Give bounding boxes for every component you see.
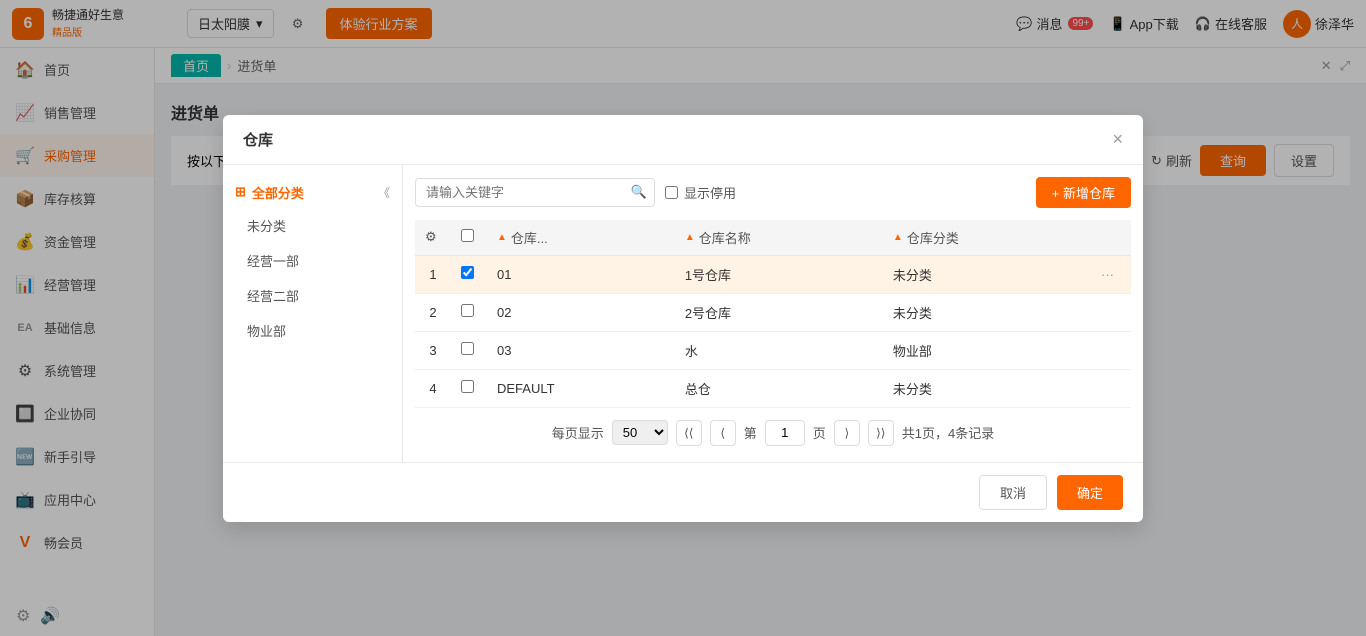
dialog-body: ⊞ 全部分类 《 未分类 经营一部 经营二部 物业部 (223, 165, 1143, 462)
table-row[interactable]: 1 01 1号仓库 未分类 ··· (415, 255, 1131, 293)
row-checkbox[interactable] (461, 266, 474, 279)
page-number-input[interactable] (765, 420, 805, 446)
confirm-button[interactable]: 确定 (1057, 475, 1123, 510)
row-category: 物业部 (883, 331, 1091, 369)
search-input[interactable] (415, 178, 655, 207)
row-name: 1号仓库 (675, 255, 883, 293)
row-name: 水 (675, 331, 883, 369)
row-code: 03 (487, 331, 675, 369)
warehouse-dialog: 仓库 × ⊞ 全部分类 《 未分类 经营一部 (223, 115, 1143, 522)
row-actions (1091, 331, 1131, 369)
show-disabled-label[interactable]: 显示停用 (665, 183, 736, 202)
col-header-name[interactable]: ▲ 仓库名称 (675, 220, 883, 256)
search-input-wrap: 🔍 (415, 178, 655, 207)
category-header: ⊞ 全部分类 《 (223, 177, 402, 208)
collapse-button[interactable]: 《 (378, 184, 390, 201)
page-label-after: 页 (813, 423, 826, 442)
row-actions (1091, 293, 1131, 331)
all-category-label: 全部分类 (252, 183, 304, 202)
table-body: 1 01 1号仓库 未分类 ··· 2 02 2号仓库 未分类 3 03 水 物… (415, 255, 1131, 407)
row-num: 4 (415, 369, 451, 407)
sort-icon-name: ▲ (685, 232, 695, 243)
cancel-button[interactable]: 取消 (979, 475, 1047, 510)
dialog-header: 仓库 × (223, 115, 1143, 165)
row-checkbox-cell[interactable] (451, 255, 487, 293)
row-checkbox-cell[interactable] (451, 369, 487, 407)
category-item-unclassified[interactable]: 未分类 (223, 208, 402, 243)
total-info: 共1页，4条记录 (902, 423, 994, 442)
all-category[interactable]: ⊞ 全部分类 (235, 183, 304, 202)
search-bar: 🔍 显示停用 + 新增仓库 (415, 177, 1131, 208)
per-page-select[interactable]: 50 20 100 (612, 420, 668, 445)
row-name: 2号仓库 (675, 293, 883, 331)
row-name: 总仓 (675, 369, 883, 407)
per-page-label: 每页显示 (552, 423, 604, 442)
next-page-button[interactable]: ⟩ (834, 420, 860, 446)
col-header-code[interactable]: ▲ 仓库... (487, 220, 675, 256)
search-icon[interactable]: 🔍 (631, 184, 647, 200)
row-code: 01 (487, 255, 675, 293)
row-checkbox-cell[interactable] (451, 293, 487, 331)
row-category: 未分类 (883, 369, 1091, 407)
last-page-button[interactable]: ⟩⟩ (868, 420, 894, 446)
row-checkbox-cell[interactable] (451, 331, 487, 369)
row-actions: ··· (1091, 255, 1131, 293)
row-checkbox[interactable] (461, 304, 474, 317)
row-code: DEFAULT (487, 369, 675, 407)
gear-icon: ⚙ (425, 229, 437, 244)
page-label-before: 第 (744, 423, 757, 442)
category-item-dept1[interactable]: 经营一部 (223, 243, 402, 278)
row-actions (1091, 369, 1131, 407)
category-item-property[interactable]: 物业部 (223, 313, 402, 348)
sort-icon-cat: ▲ (893, 232, 903, 243)
row-num: 2 (415, 293, 451, 331)
row-checkbox[interactable] (461, 380, 474, 393)
category-item-dept2[interactable]: 经营二部 (223, 278, 402, 313)
first-page-button[interactable]: ⟨⟨ (676, 420, 702, 446)
row-category: 未分类 (883, 255, 1091, 293)
add-warehouse-button[interactable]: + 新增仓库 (1036, 177, 1131, 208)
dialog-footer: 取消 确定 (223, 462, 1143, 522)
row-code: 02 (487, 293, 675, 331)
row-category: 未分类 (883, 293, 1091, 331)
more-icon[interactable]: ··· (1101, 267, 1114, 282)
prev-page-button[interactable]: ⟨ (710, 420, 736, 446)
grid-icon: ⊞ (235, 184, 246, 200)
sort-icon-code: ▲ (497, 232, 507, 243)
dialog-close-button[interactable]: × (1112, 129, 1123, 150)
col-header-actions (1091, 220, 1131, 256)
table-row[interactable]: 2 02 2号仓库 未分类 (415, 293, 1131, 331)
row-num: 3 (415, 331, 451, 369)
row-num: 1 (415, 255, 451, 293)
modal-overlay: 仓库 × ⊞ 全部分类 《 未分类 经营一部 (0, 0, 1366, 636)
category-panel: ⊞ 全部分类 《 未分类 经营一部 经营二部 物业部 (223, 165, 403, 462)
select-all-checkbox[interactable] (461, 229, 474, 242)
table-row[interactable]: 3 03 水 物业部 (415, 331, 1131, 369)
table-row[interactable]: 4 DEFAULT 总仓 未分类 (415, 369, 1131, 407)
pagination: 每页显示 50 20 100 ⟨⟨ ⟨ 第 页 ⟩ ⟩⟩ 共1页，4条记录 (415, 408, 1131, 450)
row-checkbox[interactable] (461, 342, 474, 355)
show-disabled-checkbox[interactable] (665, 186, 678, 199)
col-header-category[interactable]: ▲ 仓库分类 (883, 220, 1091, 256)
col-header-check (451, 220, 487, 256)
dialog-title: 仓库 (243, 129, 273, 150)
warehouse-table: ⚙ ▲ 仓库... (415, 220, 1131, 408)
table-panel: 🔍 显示停用 + 新增仓库 ⚙ (403, 165, 1143, 462)
col-header-gear[interactable]: ⚙ (415, 220, 451, 256)
